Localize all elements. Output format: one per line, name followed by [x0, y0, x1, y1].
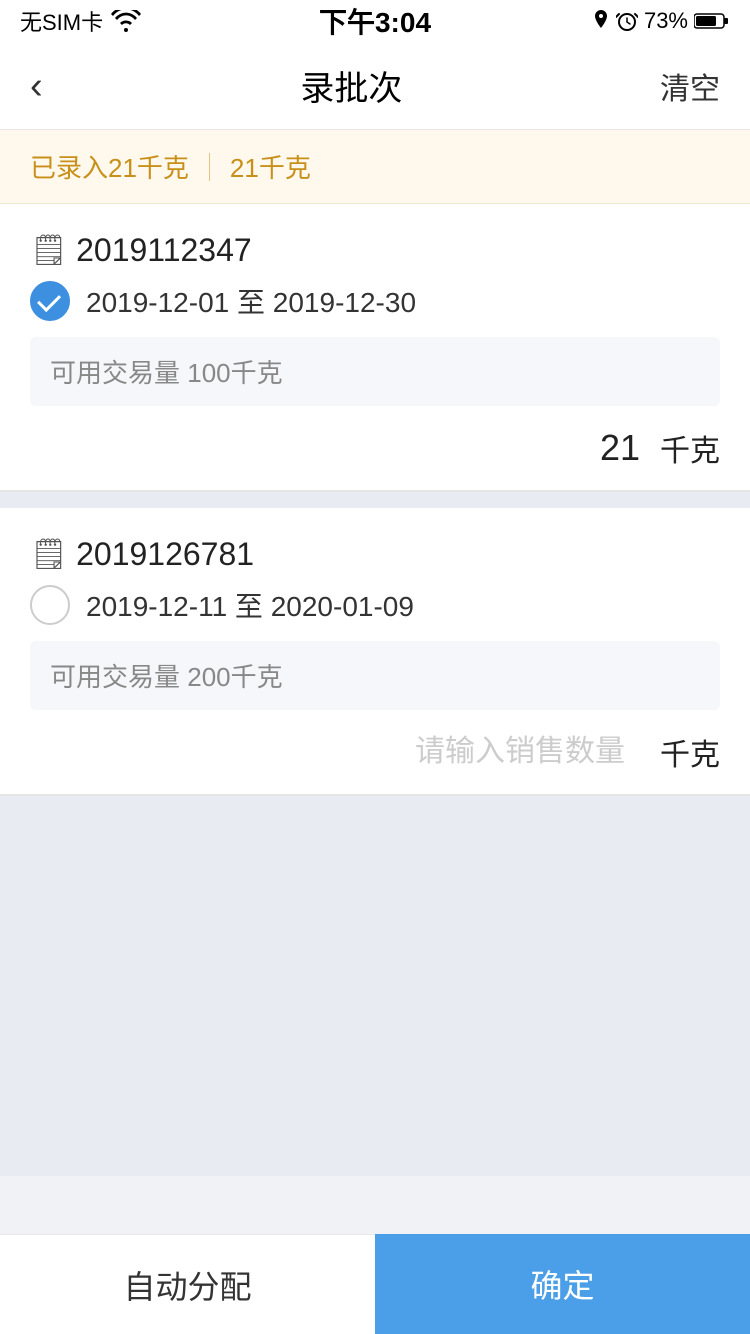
batch-date-2: 2019-12-11 至 2020-01-09 [86, 585, 414, 625]
nav-bar: ‹ 录批次 清空 [0, 42, 750, 130]
confirm-button[interactable]: 确定 [375, 1234, 750, 1334]
bottom-bar: 自动分配 确定 [0, 1234, 750, 1334]
quantity-unit-1: 千克 [660, 426, 720, 470]
radio-unselected-2[interactable] [30, 585, 70, 625]
batch-avail-row-1: 可用交易量 100千克 [30, 337, 720, 406]
quantity-row-1: 21 千克 [0, 406, 750, 492]
batch-icon-2: 🗒 [30, 537, 68, 572]
carrier-text: 无SIM卡 [20, 5, 103, 37]
status-bar: 无SIM卡 下午3:04 73% [0, 0, 750, 42]
batch-item-2[interactable]: 🗒 2019126781 2019-12-11 至 2020-01-09 可用交… [0, 508, 750, 710]
input-unit-2: 千克 [660, 730, 720, 774]
battery-icon [694, 12, 730, 30]
batch-date-1: 2019-12-01 至 2019-12-30 [86, 281, 416, 321]
battery-text: 73% [644, 8, 688, 34]
section-separator [0, 492, 750, 508]
clear-button[interactable]: 清空 [660, 64, 720, 108]
batch-id-2: 2019126781 [76, 536, 254, 573]
batch-id-row-2: 🗒 2019126781 [30, 536, 720, 573]
input-row-2[interactable]: 千克 [0, 710, 750, 796]
recorded-value: 21千克 [230, 148, 311, 185]
info-divider [209, 153, 210, 181]
info-bar: 已录入21千克 21千克 [0, 130, 750, 204]
page-title: 录批次 [300, 61, 402, 110]
status-bar-right: 73% [592, 8, 730, 34]
radio-selected-1[interactable] [30, 281, 70, 321]
batch-id-row-1: 🗒 2019112347 [30, 232, 720, 269]
batch-avail-row-2: 可用交易量 200千克 [30, 641, 720, 710]
quantity-input-2[interactable] [30, 735, 640, 769]
batch-item-1[interactable]: 🗒 2019112347 2019-12-01 至 2019-12-30 可用交… [0, 204, 750, 406]
empty-area [0, 796, 750, 1176]
batch-id-1: 2019112347 [76, 232, 252, 269]
quantity-value-1: 21 [600, 427, 640, 469]
alarm-icon [616, 10, 638, 32]
status-bar-left: 无SIM卡 [20, 5, 141, 37]
batch-avail-text-2: 可用交易量 200千克 [50, 662, 283, 692]
wifi-icon [111, 10, 141, 32]
batch-date-row-2[interactable]: 2019-12-11 至 2020-01-09 [30, 585, 720, 625]
batch-avail-text-1: 可用交易量 100千克 [50, 358, 283, 388]
status-bar-time: 下午3:04 [319, 1, 431, 41]
back-button[interactable]: ‹ [30, 67, 43, 105]
location-icon [592, 10, 610, 32]
batch-icon-1: 🗒 [30, 233, 68, 268]
recorded-label: 已录入21千克 [30, 148, 189, 185]
auto-distribute-button[interactable]: 自动分配 [0, 1234, 375, 1334]
batch-date-row-1[interactable]: 2019-12-01 至 2019-12-30 [30, 281, 720, 321]
